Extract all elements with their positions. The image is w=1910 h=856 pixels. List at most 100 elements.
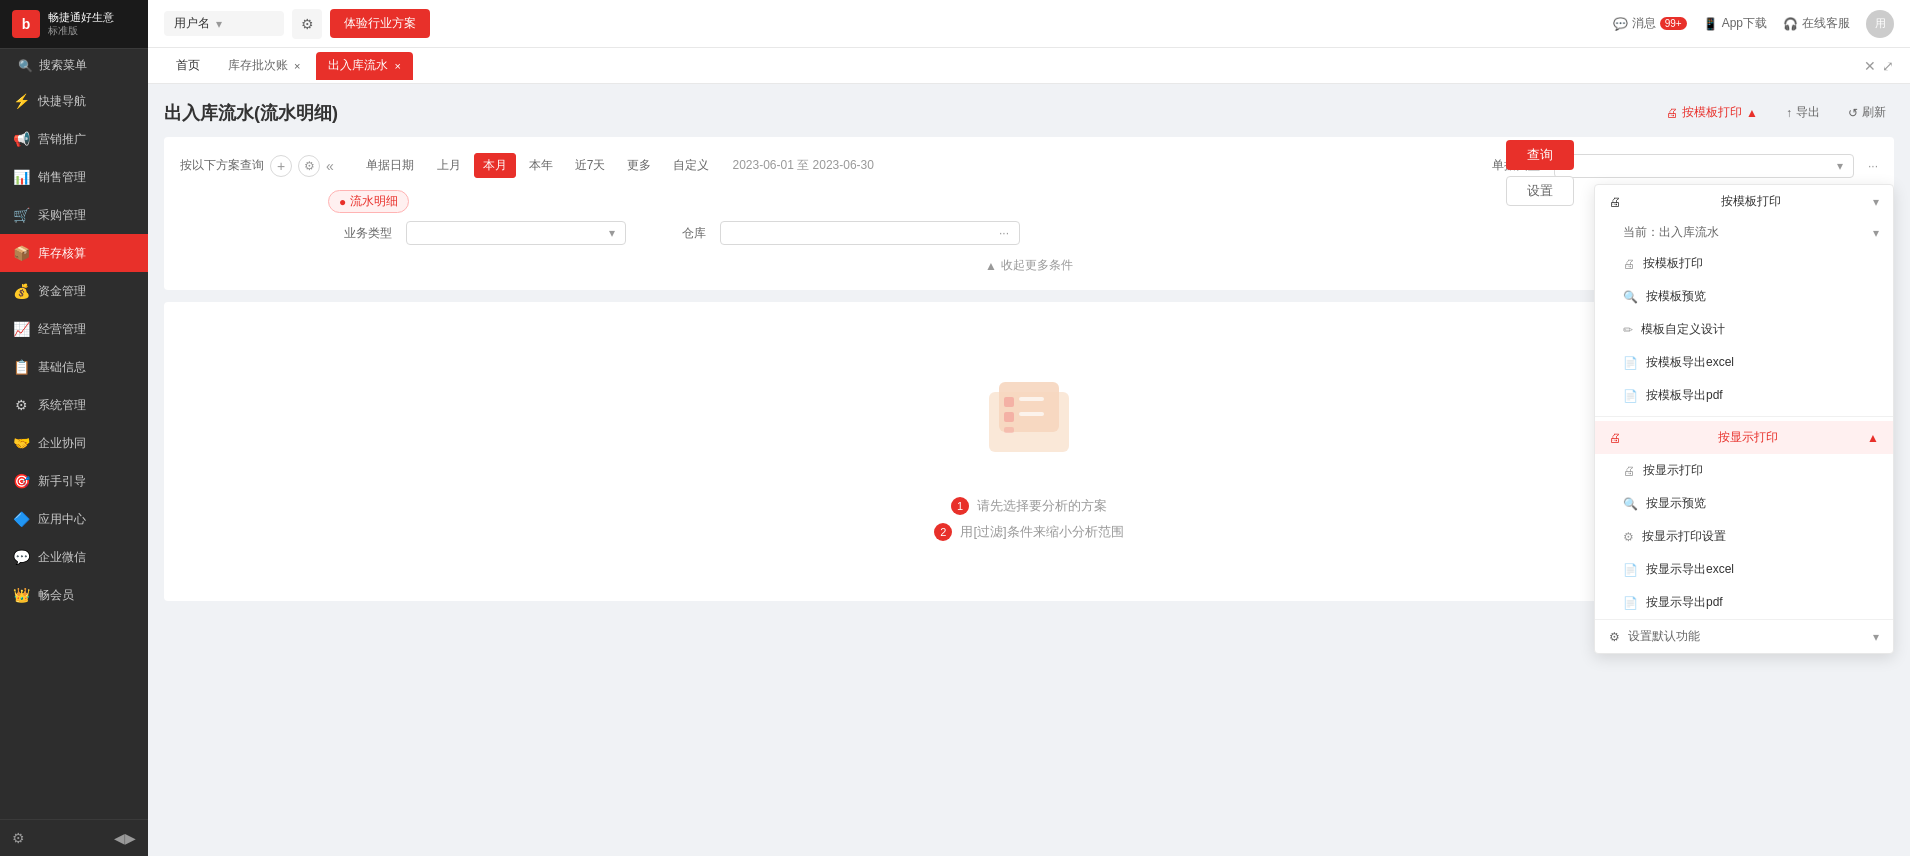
dp-template-print-header[interactable]: 🖨 按模板打印 ▾ [1595,185,1893,218]
settings-button[interactable]: 设置 [1506,176,1574,206]
date-btn-this-year[interactable]: 本年 [520,153,562,178]
business-type-label: 业务类型 [344,225,392,242]
warehouse-select[interactable]: ··· [720,221,1020,245]
tag-icon: ● [339,195,346,209]
dp-display-preview-label: 按显示预览 [1646,495,1706,512]
sidebar-item-label: 新手引导 [38,473,86,490]
app-center-icon: 🔷 [12,510,30,528]
tag-label: 流水明细 [350,193,398,210]
dp-display-preview-item[interactable]: 🔍 按显示预览 [1595,487,1893,520]
export-icon: ↑ [1786,106,1792,120]
sidebar-logo: b 畅捷通好生意 标准版 [0,0,148,49]
tabs-bar: 首页 库存批次账 × 出入库流水 × ✕ ⤢ [148,48,1910,84]
date-btn-this-month[interactable]: 本月 [474,153,516,178]
sidebar-item-purchase[interactable]: 🛒 采购管理 [0,196,148,234]
sidebar-item-label: 快捷导航 [38,93,86,110]
filter-collapse-icon[interactable]: « [326,158,334,174]
refresh-button[interactable]: ↺ 刷新 [1840,100,1894,125]
template-print-button[interactable]: 🖨 按模板打印 ▲ [1658,100,1766,125]
dp-print-icon: 🖨 [1623,257,1635,271]
dp-printer-icon: 🖨 [1609,195,1621,209]
doc-type-select[interactable]: ▾ [1554,154,1854,178]
dp-display-print-icon: 🖨 [1623,464,1635,478]
dp-template-customize-item[interactable]: ✏ 模板自定义设计 [1595,313,1893,346]
dp-template-print-item[interactable]: 🖨 按模板打印 [1595,247,1893,280]
sidebar-item-label: 企业协同 [38,435,86,452]
dp-display-print-header[interactable]: 🖨 按显示打印 ▲ [1595,421,1893,454]
gear-icon: ⚙ [301,16,314,32]
dp-display-preview-icon: 🔍 [1623,497,1638,511]
query-settings-area: 查询 设置 [1506,140,1574,206]
app-name: 畅捷通好生意 标准版 [48,10,114,38]
dp-template-preview-item[interactable]: 🔍 按模板预览 [1595,280,1893,313]
dp-template-export-pdf-item[interactable]: 📄 按模板导出pdf [1595,379,1893,412]
sidebar-item-system[interactable]: ⚙ 系统管理 [0,386,148,424]
sidebar-item-basic-info[interactable]: 📋 基础信息 [0,348,148,386]
enterprise-wechat-icon: 💬 [12,548,30,566]
sidebar-item-enterprise-wechat[interactable]: 💬 企业微信 [0,538,148,576]
dp-display-print-settings-item[interactable]: ⚙ 按显示打印设置 [1595,520,1893,553]
filter-tag-flow-detail[interactable]: ● 流水明细 [328,190,409,213]
tab-stock-flow-close-icon[interactable]: × [394,60,400,72]
settings-footer-icon[interactable]: ⚙ [12,830,25,846]
purchase-icon: 🛒 [12,206,30,224]
close-tab-icon[interactable]: ✕ [1864,58,1876,74]
business-type-select[interactable]: ▾ [406,221,626,245]
trial-industry-button[interactable]: 体验行业方案 [330,9,430,38]
dp-display-print-arrow-icon: ▲ [1867,431,1879,445]
sidebar-item-operations[interactable]: 📈 经营管理 [0,310,148,348]
template-print-dropdown: 🖨 按模板打印 ▾ 当前：出入库流水 ▾ 🖨 按模板打印 🔍 按模板预览 ✏ 模… [1594,184,1894,654]
maximize-tab-icon[interactable]: ⤢ [1882,58,1894,74]
sidebar: b 畅捷通好生意 标准版 🔍 搜索菜单 ⚡ 快捷导航 📢 营销推广 📊 销售管理… [0,0,148,856]
filter-settings-button[interactable]: ⚙ [298,155,320,177]
sidebar-item-finance[interactable]: 💰 资金管理 [0,272,148,310]
sidebar-item-vip[interactable]: 👑 畅会员 [0,576,148,614]
sidebar-item-sales[interactable]: 📊 销售管理 [0,158,148,196]
sidebar-item-label: 库存核算 [38,245,86,262]
dp-display-print-item[interactable]: 🖨 按显示打印 [1595,454,1893,487]
messages-button[interactable]: 💬 消息 99+ [1613,15,1687,32]
sidebar-item-marketing[interactable]: 📢 营销推广 [0,120,148,158]
dp-current-arrow-icon: ▾ [1873,226,1879,240]
dp-display-excel-icon: 📄 [1623,563,1638,577]
sidebar-item-inventory[interactable]: 📦 库存核算 [0,234,148,272]
business-type-filter: 业务类型 ▾ [344,221,626,245]
quick-nav-icon: ⚡ [12,92,30,110]
collapse-sidebar-icon[interactable]: ◀▶ [114,830,136,846]
sidebar-item-app-center[interactable]: 🔷 应用中心 [0,500,148,538]
dp-template-print-header-label: 按模板打印 [1721,193,1781,210]
date-btn-more[interactable]: 更多 [618,153,660,178]
refresh-icon: ↺ [1848,106,1858,120]
tab-inventory-batch[interactable]: 库存批次账 × [216,52,312,80]
dp-footer-settings[interactable]: ⚙ 设置默认功能 ▾ [1595,619,1893,653]
dp-display-export-pdf-item[interactable]: 📄 按显示导出pdf [1595,586,1893,619]
dp-display-export-excel-item[interactable]: 📄 按显示导出excel [1595,553,1893,586]
sidebar-search[interactable]: 🔍 搜索菜单 [0,49,148,82]
tab-stock-flow[interactable]: 出入库流水 × [316,52,412,80]
export-button[interactable]: ↑ 导出 [1778,100,1828,125]
tab-inventory-batch-close-icon[interactable]: × [294,60,300,72]
dp-template-export-pdf-label: 按模板导出pdf [1646,387,1723,404]
date-btn-last-month[interactable]: 上月 [428,153,470,178]
sidebar-item-quick-nav[interactable]: ⚡ 快捷导航 [0,82,148,120]
user-selector[interactable]: 用户名 ▾ [164,11,284,36]
sidebar-item-enterprise[interactable]: 🤝 企业协同 [0,424,148,462]
dp-current-label: 当前：出入库流水 [1623,224,1719,241]
date-btn-custom[interactable]: 自定义 [664,153,718,178]
user-avatar-button[interactable]: 用 [1866,10,1894,38]
dp-template-export-excel-item[interactable]: 📄 按模板导出excel [1595,346,1893,379]
tab-home[interactable]: 首页 [164,52,212,80]
doc-type-more-icon[interactable]: ··· [1868,159,1878,173]
app-download-button[interactable]: 📱 App下载 [1703,15,1767,32]
main-area: 用户名 ▾ ⚙ 体验行业方案 💬 消息 99+ 📱 App下载 🎧 在线客服 [148,0,1910,856]
filter-add-button[interactable]: + [270,155,292,177]
query-button[interactable]: 查询 [1506,140,1574,170]
date-btn-7days[interactable]: 近7天 [566,153,615,178]
settings-gear-button[interactable]: ⚙ [292,9,322,39]
sidebar-item-newbie[interactable]: 🎯 新手引导 [0,462,148,500]
app-logo-icon: b [12,10,40,38]
svg-rect-3 [1019,397,1044,401]
filter-query-label: 按以下方案查询 [180,157,264,174]
customer-service-button[interactable]: 🎧 在线客服 [1783,15,1850,32]
messages-badge: 99+ [1660,17,1687,30]
